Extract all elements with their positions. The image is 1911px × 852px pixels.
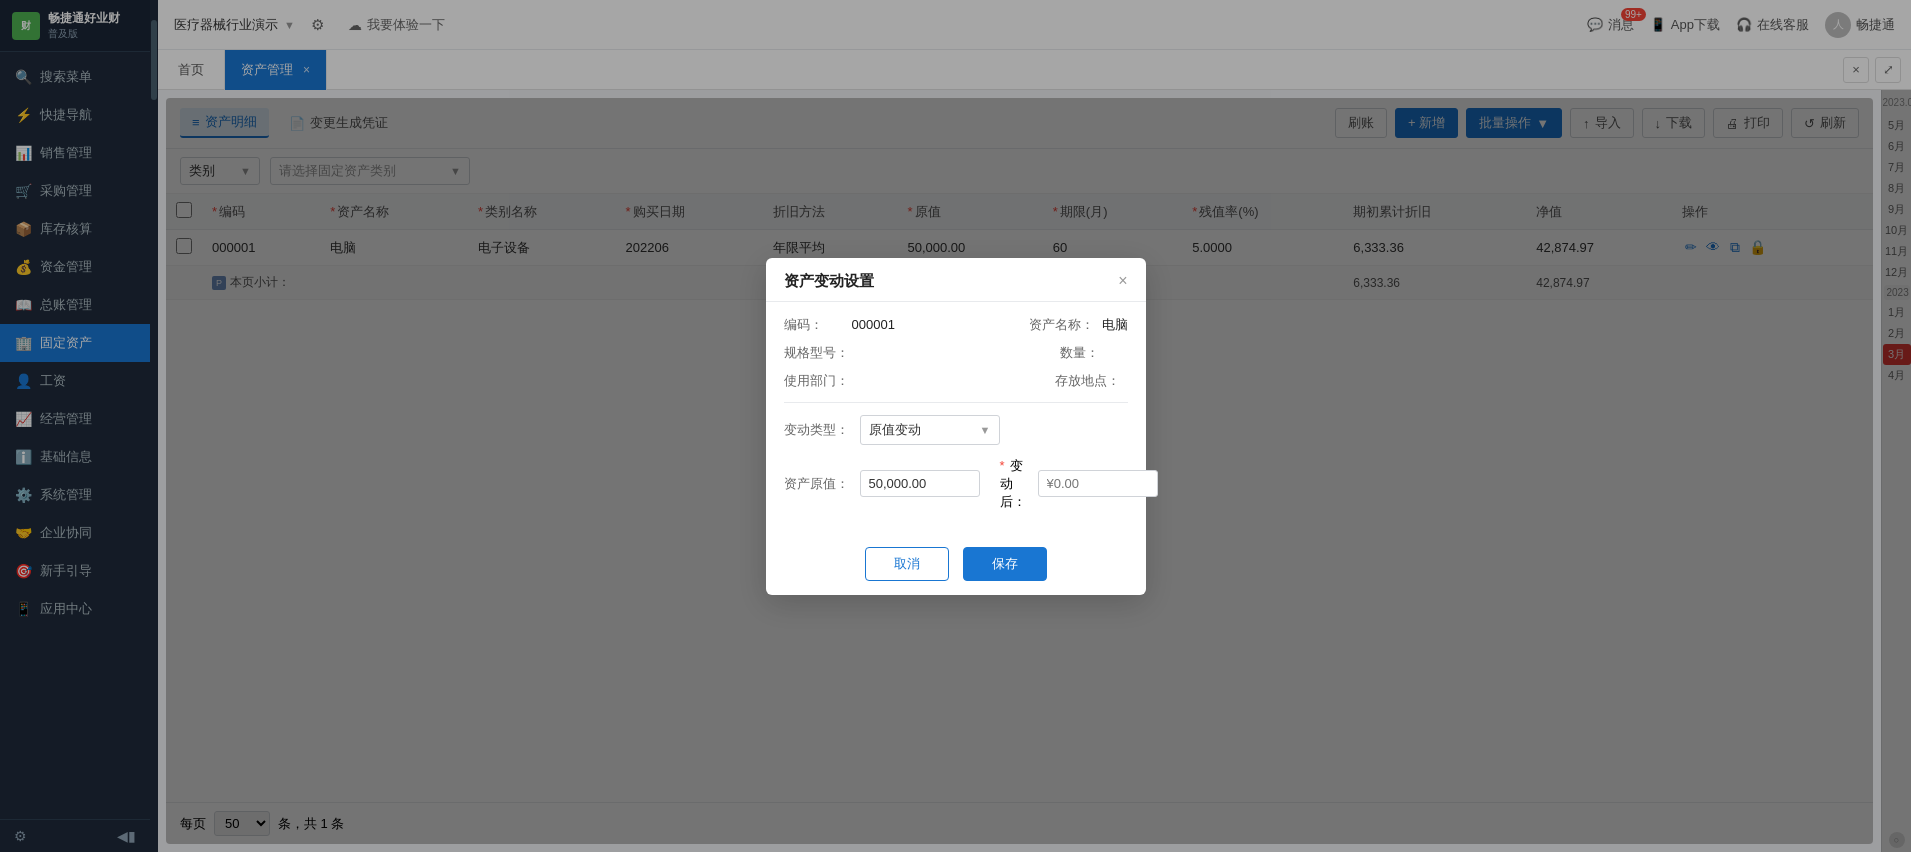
dialog-row-spec-qty: 规格型号： 数量： xyxy=(784,344,1128,362)
dialog-header: 资产变动设置 × xyxy=(766,258,1146,302)
save-button[interactable]: 保存 xyxy=(963,547,1047,581)
dialog-code-value: 000001 xyxy=(852,317,895,332)
dialog-qty-label: 数量： xyxy=(1060,344,1120,362)
dialog-footer: 取消 保存 xyxy=(766,537,1146,595)
dialog-asset-value-label: 资产原值： xyxy=(784,475,852,493)
dialog-change-type-row: 变动类型： 原值变动 ▼ xyxy=(784,415,1128,445)
dialog-spec-label: 规格型号： xyxy=(784,344,849,362)
dialog-location-label: 存放地点： xyxy=(1055,372,1120,390)
dialog-change-type-label: 变动类型： xyxy=(784,421,852,439)
dialog-value-row: 资产原值： * 变动后： xyxy=(784,457,1128,511)
dialog-close-icon[interactable]: × xyxy=(1118,272,1127,290)
dialog-asset-name-value: 电脑 xyxy=(1102,316,1128,334)
dialog-row-dept-location: 使用部门： 存放地点： xyxy=(784,372,1128,390)
cancel-button[interactable]: 取消 xyxy=(865,547,949,581)
after-change-input[interactable] xyxy=(1038,470,1158,497)
dialog-code-label: 编码： xyxy=(784,316,844,334)
dialog-overlay: 资产变动设置 × 编码： 000001 资产名称： 电脑 规格型号： 数量： xyxy=(0,0,1911,852)
asset-change-dialog: 资产变动设置 × 编码： 000001 资产名称： 电脑 规格型号： 数量： xyxy=(766,258,1146,595)
change-type-arrow-icon: ▼ xyxy=(980,424,991,436)
required-star: * xyxy=(1000,458,1005,473)
dialog-asset-name-label: 资产名称： xyxy=(1029,316,1094,334)
dialog-dept-label: 使用部门： xyxy=(784,372,849,390)
dialog-body: 编码： 000001 资产名称： 电脑 规格型号： 数量： 使用部门： 存放地点… xyxy=(766,302,1146,537)
change-type-select[interactable]: 原值变动 ▼ xyxy=(860,415,1000,445)
change-type-value: 原值变动 xyxy=(869,421,980,439)
dialog-row-code-name: 编码： 000001 资产名称： 电脑 xyxy=(784,316,1128,334)
asset-value-input[interactable] xyxy=(860,470,980,497)
dialog-title: 资产变动设置 xyxy=(784,272,874,291)
dialog-divider xyxy=(784,402,1128,403)
